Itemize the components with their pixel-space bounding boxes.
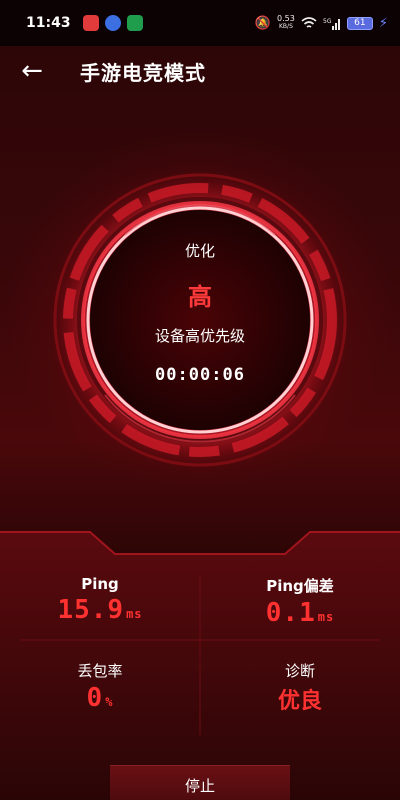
packet-loss-value: 0 <box>86 683 104 713</box>
battery-indicator: 61 <box>346 16 373 30</box>
dial-graphic <box>45 165 355 475</box>
packet-loss-value-row: 0% <box>0 683 200 713</box>
stop-button[interactable]: 停止 <box>110 765 290 800</box>
status-bar: 11:43 🔕 0.53 KB/S 5G 61 ⚡ <box>0 0 400 46</box>
metrics-panel: Ping 15.9 ms Ping偏差 0.1 ms 丢包率 0% 诊断 优良 停止 <box>0 530 400 800</box>
packet-loss-label: 丢包率 <box>77 662 123 680</box>
page-header: ← 手游电竞模式 <box>0 46 400 96</box>
back-button[interactable]: ← <box>12 51 52 91</box>
status-indicators: 🔕 0.53 KB/S 5G 61 ⚡ <box>255 15 388 31</box>
wechat-notification-icon <box>126 15 143 31</box>
muted-bell-icon: 🔕 <box>254 15 272 31</box>
packet-loss-metric: 丢包率 0% <box>0 660 200 713</box>
status-time: 11:43 <box>26 15 71 31</box>
back-arrow-icon: ← <box>21 56 43 86</box>
ping-metric: Ping 15.9 ms <box>0 575 200 625</box>
charging-bolt-icon: ⚡ <box>378 15 388 31</box>
ping-deviation-value-row: 0.1 ms <box>200 598 400 628</box>
optimize-label: 优化 <box>184 242 215 260</box>
browser-notification-icon <box>104 15 121 31</box>
wifi-icon <box>301 16 317 28</box>
packet-loss-unit: % <box>105 695 114 709</box>
ping-deviation-metric: Ping偏差 0.1 ms <box>200 575 400 628</box>
optimization-level: 高 <box>188 283 212 311</box>
net-speed-unit: KB/S <box>279 23 293 30</box>
app-root: 11:43 🔕 0.53 KB/S 5G 61 ⚡ ← 手游电竞模式 优化 高 … <box>0 0 400 800</box>
priority-label: 设备高优先级 <box>154 327 245 345</box>
ping-value: 15.9 <box>57 595 125 625</box>
ping-value-row: 15.9 ms <box>0 595 200 625</box>
page-title: 手游电竞模式 <box>80 60 206 85</box>
diagnosis-metric: 诊断 优良 <box>200 660 400 715</box>
network-speed: 0.53 KB/S <box>277 15 295 31</box>
net-speed-value: 0.53 <box>277 14 295 23</box>
diagnosis-label: 诊断 <box>284 662 315 680</box>
svg-text:5G: 5G <box>323 18 332 25</box>
ping-deviation-value: 0.1 <box>265 598 316 628</box>
ping-deviation-label: Ping偏差 <box>266 577 334 595</box>
signal-icon: 5G <box>323 18 340 30</box>
diagnosis-value: 优良 <box>277 689 322 714</box>
status-dial: 优化 高 设备高优先级 00:00:06 <box>45 165 355 475</box>
taobao-notification-icon <box>82 15 99 31</box>
ping-deviation-unit: ms <box>317 610 335 624</box>
ping-label: Ping <box>81 575 119 593</box>
ping-unit: ms <box>126 607 143 621</box>
elapsed-timer: 00:00:06 <box>155 365 245 385</box>
